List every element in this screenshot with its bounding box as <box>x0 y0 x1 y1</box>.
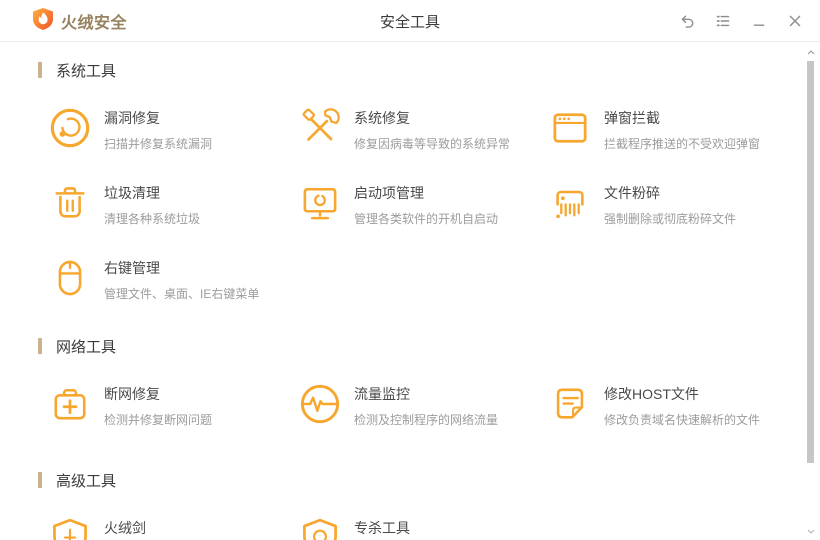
tools-panel: 系统工具 漏洞修复 扫描并修复系统漏洞 系统修复 修复因病毒等导致的系统异常 弹… <box>0 43 820 540</box>
tool-network-fix[interactable]: 断网修复 检测并修复断网问题 <box>48 382 298 430</box>
network-fix-icon <box>48 382 92 426</box>
close-icon <box>787 13 803 29</box>
tool-grid: 漏洞修复 扫描并修复系统漏洞 系统修复 修复因病毒等导致的系统异常 弹窗拦截 拦… <box>48 106 800 304</box>
special-kill-icon <box>298 516 342 540</box>
tool-title: 右键管理 <box>104 260 160 276</box>
tool-title: 系统修复 <box>354 110 410 126</box>
minimize-icon <box>751 13 767 29</box>
tool-desc: 检测及控制程序的网络流量 <box>354 413 499 427</box>
tool-junk-clean[interactable]: 垃圾清理 清理各种系统垃圾 <box>48 181 298 229</box>
close-button[interactable] <box>783 10 806 33</box>
tool-special-kill-tool[interactable]: 专杀工具 <box>298 516 548 540</box>
tool-grid: 火绒剑 专杀工具 <box>48 516 800 540</box>
back-button[interactable] <box>675 10 698 33</box>
tool-desc: 检测并修复断网问题 <box>104 413 213 427</box>
section-header: 网络工具 <box>38 336 800 356</box>
file-shredder-icon <box>548 181 592 225</box>
list-menu-icon <box>715 13 731 29</box>
tool-title: 文件粉碎 <box>604 185 660 201</box>
section-header: 系统工具 <box>38 60 800 80</box>
tool-desc: 管理文件、桌面、IE右键菜单 <box>104 287 260 301</box>
host-file-icon <box>548 382 592 426</box>
section-accent-bar <box>38 472 42 488</box>
tool-desc: 扫描并修复系统漏洞 <box>104 137 213 151</box>
app-window: 火绒安全 安全工具 系统工具 漏洞修复 扫描并修复系统漏洞 系统修复 修复因病毒… <box>0 0 820 540</box>
tool-title: 流量监控 <box>354 386 410 402</box>
scrollbar[interactable] <box>807 43 815 540</box>
junk-clean-icon <box>48 181 92 225</box>
tool-title: 垃圾清理 <box>104 185 160 201</box>
system-repair-icon <box>298 106 342 150</box>
tool-desc: 管理各类软件的开机自启动 <box>354 212 499 226</box>
minimize-button[interactable] <box>747 10 770 33</box>
startup-manager-icon <box>298 181 342 225</box>
tool-title: 专杀工具 <box>354 520 410 536</box>
context-menu-icon <box>48 256 92 300</box>
back-arrow-icon <box>679 13 695 29</box>
tool-title: 火绒剑 <box>104 520 146 536</box>
tool-desc: 修复因病毒等导致的系统异常 <box>354 137 511 151</box>
titlebar: 火绒安全 安全工具 <box>0 0 820 42</box>
tool-desc: 拦截程序推送的不受欢迎弹窗 <box>604 137 761 151</box>
tool-system-repair[interactable]: 系统修复 修复因病毒等导致的系统异常 <box>298 106 548 154</box>
tool-vulnerability-fix[interactable]: 漏洞修复 扫描并修复系统漏洞 <box>48 106 298 154</box>
section-accent-bar <box>38 62 42 78</box>
tool-host-file-edit[interactable]: 修改HOST文件 修改负责域名快速解析的文件 <box>548 382 798 430</box>
tool-grid: 断网修复 检测并修复断网问题 流量监控 检测及控制程序的网络流量 修改HOST文… <box>48 382 800 430</box>
popup-block-icon <box>548 106 592 150</box>
section-title: 网络工具 <box>56 338 117 356</box>
tool-title: 修改HOST文件 <box>604 386 699 402</box>
scroll-down-icon[interactable] <box>807 528 815 535</box>
section-advanced-tools: 高级工具 火绒剑 专杀工具 <box>38 470 800 540</box>
scroll-up-icon[interactable] <box>807 49 815 56</box>
tool-title: 漏洞修复 <box>104 110 160 126</box>
tool-popup-block[interactable]: 弹窗拦截 拦截程序推送的不受欢迎弹窗 <box>548 106 798 154</box>
tool-file-shredder[interactable]: 文件粉碎 强制删除或彻底粉碎文件 <box>548 181 798 229</box>
section-title: 系统工具 <box>56 62 117 80</box>
scrollbar-thumb[interactable] <box>807 61 814 463</box>
tool-title: 弹窗拦截 <box>604 110 660 126</box>
tool-traffic-monitor[interactable]: 流量监控 检测及控制程序的网络流量 <box>298 382 548 430</box>
tool-desc: 清理各种系统垃圾 <box>104 212 201 226</box>
section-network-tools: 网络工具 断网修复 检测并修复断网问题 流量监控 检测及控制程序的网络流量 修改… <box>38 336 800 430</box>
tool-title: 断网修复 <box>104 386 160 402</box>
section-system-tools: 系统工具 漏洞修复 扫描并修复系统漏洞 系统修复 修复因病毒等导致的系统异常 弹… <box>38 60 800 304</box>
section-title: 高级工具 <box>56 472 117 490</box>
tool-huorong-sword[interactable]: 火绒剑 <box>48 516 298 540</box>
huorong-sword-icon <box>48 516 92 540</box>
tool-context-menu-manager[interactable]: 右键管理 管理文件、桌面、IE右键菜单 <box>48 256 298 304</box>
traffic-monitor-icon <box>298 382 342 426</box>
tool-startup-manager[interactable]: 启动项管理 管理各类软件的开机自启动 <box>298 181 548 229</box>
tool-desc: 修改负责域名快速解析的文件 <box>604 413 761 427</box>
menu-button[interactable] <box>711 10 734 33</box>
section-accent-bar <box>38 338 42 354</box>
tool-title: 启动项管理 <box>354 185 424 201</box>
window-controls <box>675 0 806 42</box>
vulnerability-fix-icon <box>48 106 92 150</box>
section-header: 高级工具 <box>38 470 800 490</box>
tool-desc: 强制删除或彻底粉碎文件 <box>604 212 737 226</box>
